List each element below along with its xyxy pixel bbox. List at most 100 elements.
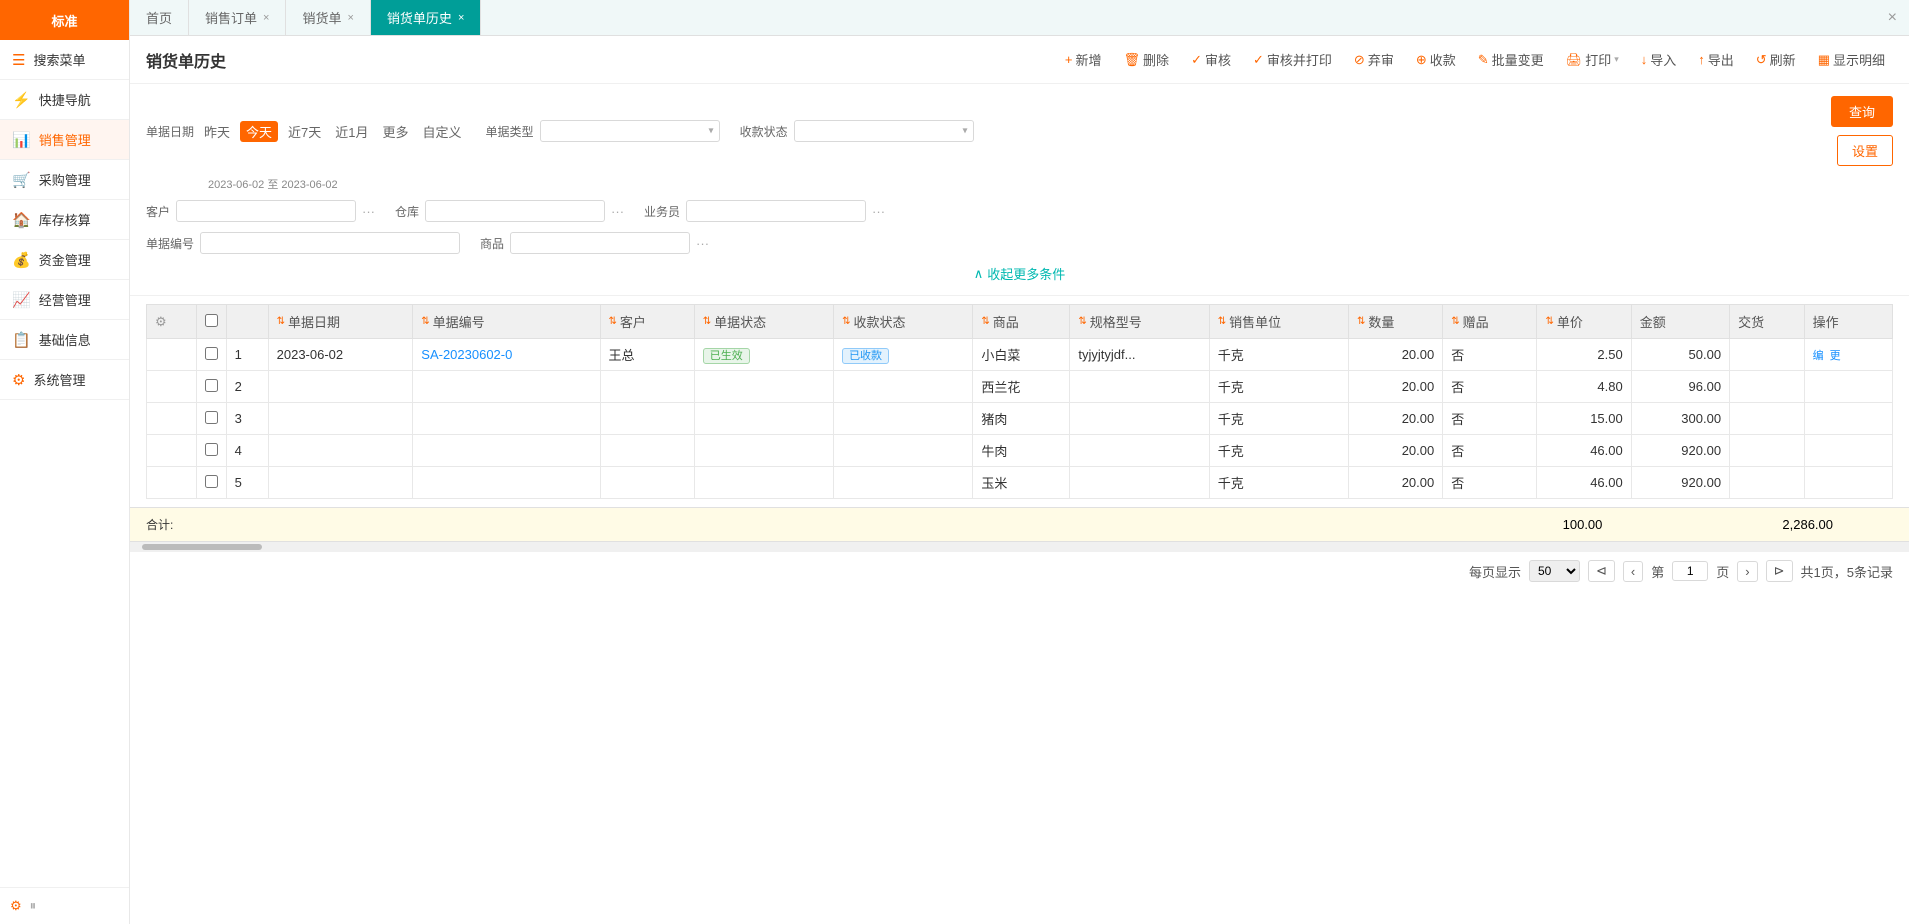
doc-type-select[interactable]: [540, 120, 720, 142]
tab-home[interactable]: 首页: [130, 0, 189, 35]
page-size-label: 每页显示: [1469, 562, 1521, 581]
add-button[interactable]: + 新增: [1057, 46, 1110, 73]
date-yesterday[interactable]: 昨天: [200, 121, 234, 142]
th-spec-type[interactable]: ⇅规格型号: [1070, 305, 1209, 339]
cell-checkbox[interactable]: [196, 403, 226, 435]
cell-checkbox[interactable]: [196, 371, 226, 403]
goods-input[interactable]: [510, 232, 690, 254]
query-button[interactable]: 查询: [1831, 96, 1893, 127]
th-doc-status[interactable]: ⇅单据状态: [694, 305, 833, 339]
batch-change-button[interactable]: ✎ 批量变更: [1470, 46, 1552, 73]
date-custom[interactable]: 自定义: [419, 121, 466, 142]
page-container: 销货单历史 + 新增 🗑 删除 ✓ 审核 ✓: [130, 36, 1909, 924]
first-page-button[interactable]: ⊲: [1588, 560, 1615, 582]
inventory-icon: 🏠: [12, 211, 31, 229]
staff-input[interactable]: [686, 200, 866, 222]
cell-amount: 920.00: [1631, 467, 1729, 499]
audit-print-button[interactable]: ✓ 审核并打印: [1245, 46, 1340, 73]
table-header: ⚙ ⇅单据日期 ⇅单据编号 ⇅客户 ⇅单据状态 ⇅收款状态 ⇅商品 ⇅规格型号 …: [147, 305, 1893, 339]
th-goods[interactable]: ⇅商品: [973, 305, 1070, 339]
warehouse-dots[interactable]: ···: [611, 204, 624, 219]
date-more[interactable]: 更多: [379, 121, 413, 142]
customer-dots[interactable]: ···: [362, 204, 375, 219]
date-today[interactable]: 今天: [240, 121, 278, 142]
scroll-bar[interactable]: [130, 541, 1909, 551]
date-7days[interactable]: 近7天: [284, 121, 325, 142]
cell-checkbox[interactable]: [196, 467, 226, 499]
th-action-label: 操作: [1813, 315, 1839, 330]
th-doc-date[interactable]: ⇅单据日期: [268, 305, 413, 339]
th-gift[interactable]: ⇅赠品: [1443, 305, 1537, 339]
sidebar-bottom-icon1[interactable]: ⚙: [10, 898, 22, 914]
th-doc-no[interactable]: ⇅单据编号: [413, 305, 600, 339]
cell-gear: [147, 467, 197, 499]
sidebar-item-basic-info[interactable]: 📋 基础信息: [0, 320, 129, 360]
edit-action[interactable]: 编: [1813, 350, 1824, 362]
tab-sales-goods[interactable]: 销货单 ×: [286, 0, 370, 35]
tab-sales-history[interactable]: 销货单历史 ×: [371, 0, 481, 35]
th-gear[interactable]: ⚙: [147, 305, 197, 339]
cell-doc-no[interactable]: [413, 371, 600, 403]
select-all-checkbox[interactable]: [205, 314, 218, 327]
page-number-input[interactable]: [1672, 561, 1708, 581]
sidebar-bottom-icon2[interactable]: ⏸: [30, 898, 37, 914]
more-action[interactable]: 更: [1830, 350, 1841, 362]
doc-status-badge: 已生效: [703, 348, 750, 364]
cell-action: [1804, 403, 1892, 435]
sidebar-item-inventory[interactable]: 🏠 库存核算: [0, 200, 129, 240]
collect-label: 收款: [1430, 50, 1456, 69]
sidebar-item-purchase-mgmt[interactable]: 🛒 采购管理: [0, 160, 129, 200]
audit-button[interactable]: ✓ 审核: [1183, 46, 1239, 73]
page-size-select[interactable]: 50 100: [1529, 560, 1580, 582]
sidebar-item-quick-nav[interactable]: ⚡ 快捷导航: [0, 80, 129, 120]
print-button[interactable]: 🖨 打印 ▾: [1558, 46, 1627, 73]
cell-sales-unit: 千克: [1209, 339, 1348, 371]
th-qty[interactable]: ⇅数量: [1348, 305, 1442, 339]
next-page-button[interactable]: ›: [1737, 561, 1757, 582]
import-button[interactable]: ↓ 导入: [1633, 46, 1685, 73]
cell-doc-no[interactable]: [413, 435, 600, 467]
tab-sales-goods-close[interactable]: ×: [347, 12, 353, 24]
goods-dots[interactable]: ···: [696, 236, 709, 251]
gear-icon[interactable]: ⚙: [155, 314, 167, 329]
sidebar-item-sales-mgmt[interactable]: 📊 销售管理: [0, 120, 129, 160]
cell-doc-no[interactable]: [413, 403, 600, 435]
tab-home-label: 首页: [146, 8, 172, 27]
prev-page-button[interactable]: ‹: [1623, 561, 1643, 582]
last-page-button[interactable]: ⊳: [1766, 560, 1793, 582]
customer-input[interactable]: [176, 200, 356, 222]
collapse-button[interactable]: ∧ 收起更多条件: [146, 264, 1893, 283]
cell-checkbox[interactable]: [196, 339, 226, 371]
th-sales-unit[interactable]: ⇅销售单位: [1209, 305, 1348, 339]
payment-status-select[interactable]: [794, 120, 974, 142]
cell-goods: 小白菜: [973, 339, 1070, 371]
tabs-close-all[interactable]: ×: [1876, 9, 1909, 27]
staff-dots[interactable]: ···: [872, 204, 885, 219]
sidebar-item-search-menu[interactable]: ☰ 搜索菜单: [0, 40, 129, 80]
tab-sales-order-close[interactable]: ×: [263, 12, 269, 24]
sidebar-item-finance[interactable]: 💰 资金管理: [0, 240, 129, 280]
show-detail-button[interactable]: ▦ 显示明细: [1810, 46, 1893, 73]
th-payment-status[interactable]: ⇅收款状态: [834, 305, 973, 339]
collect-button[interactable]: ⊕ 收款: [1408, 46, 1464, 73]
set-button[interactable]: 设置: [1837, 135, 1893, 166]
th-customer[interactable]: ⇅客户: [600, 305, 694, 339]
cell-checkbox[interactable]: [196, 435, 226, 467]
discard-button[interactable]: ⊘ 弃审: [1346, 46, 1402, 73]
cell-doc-no[interactable]: [413, 467, 600, 499]
warehouse-input[interactable]: [425, 200, 605, 222]
tab-sales-order[interactable]: 销售订单 ×: [189, 0, 286, 35]
cell-doc-no[interactable]: SA-20230602-0: [413, 339, 600, 371]
tab-sales-history-close[interactable]: ×: [458, 12, 464, 24]
th-unit-price[interactable]: ⇅单价: [1537, 305, 1631, 339]
doc-no-input[interactable]: [200, 232, 460, 254]
delete-button[interactable]: 🗑 删除: [1116, 46, 1178, 73]
refresh-button[interactable]: ↺ 刷新: [1748, 46, 1804, 73]
sidebar-item-system-mgmt[interactable]: ⚙ 系统管理: [0, 360, 129, 400]
scroll-thumb[interactable]: [142, 544, 262, 550]
th-amount[interactable]: 金额: [1631, 305, 1729, 339]
sidebar-item-operations[interactable]: 📈 经营管理: [0, 280, 129, 320]
export-button[interactable]: ↑ 导出: [1690, 46, 1742, 73]
date-1month[interactable]: 近1月: [331, 121, 372, 142]
tab-sales-history-label: 销货单历史: [387, 8, 452, 27]
